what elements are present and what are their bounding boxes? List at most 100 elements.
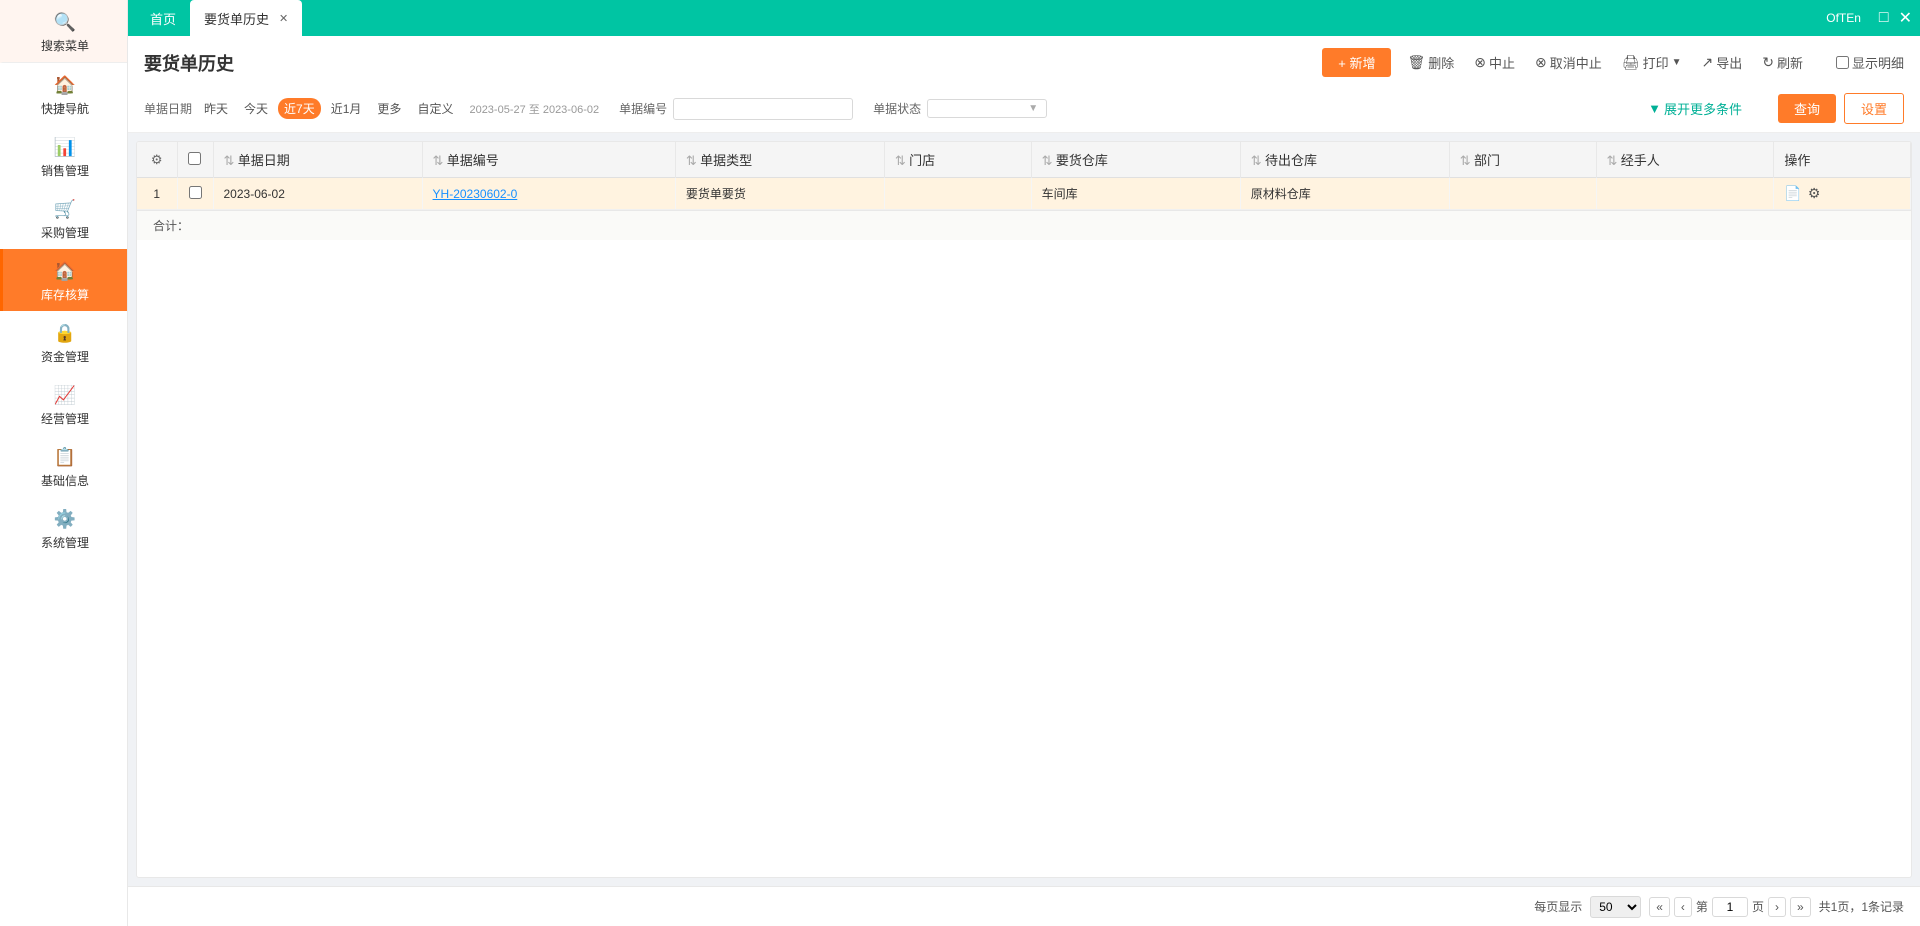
- sidebar-item-label: 基础信息: [41, 472, 89, 489]
- col-actions-label: 操作: [1784, 153, 1810, 168]
- tab-bar: 首页 要货单历史 ✕ OfTEn □ ✕: [128, 0, 1920, 36]
- col-pending-sort-icon[interactable]: ⇅: [1251, 153, 1262, 168]
- page-size-select[interactable]: 20 50 100: [1590, 896, 1641, 918]
- delete-icon: 🗑: [1407, 54, 1425, 71]
- col-req-sort-icon[interactable]: ⇅: [1042, 153, 1053, 168]
- col-number-label: 单据编号: [447, 153, 499, 168]
- refresh-icon: ↻: [1762, 54, 1774, 71]
- content-area: 要货单历史 + 新增 🗑 删除 ⊗ 中止 ⊗ 取消中止: [128, 36, 1920, 926]
- main-area: 首页 要货单历史 ✕ OfTEn □ ✕ 要货单历史 + 新增 🗑 删除: [128, 0, 1920, 926]
- row-req-warehouse: 车间库: [1031, 178, 1240, 210]
- settings-icon[interactable]: ⚙: [151, 152, 163, 167]
- status-select[interactable]: ▼: [927, 99, 1047, 118]
- total-label: 合计：: [153, 217, 189, 234]
- filter-actions: 查询 设置: [1778, 93, 1904, 124]
- cancel-stop-button[interactable]: ⊗ 取消中止: [1531, 51, 1606, 74]
- sidebar-item-label: 系统管理: [41, 534, 89, 551]
- filter-row: 单据日期 昨天 今天 近7天 近1月 更多 自定义 2023-05-27 至 2…: [144, 85, 1904, 132]
- delete-button[interactable]: 🗑 删除: [1403, 51, 1458, 74]
- print-label: 打印: [1643, 53, 1669, 72]
- sidebar-item-label: 搜索菜单: [41, 37, 89, 54]
- col-settings[interactable]: ⚙: [137, 142, 177, 178]
- date-pill-today[interactable]: 今天: [238, 98, 274, 119]
- sidebar-item-ops-mgmt[interactable]: 📈 经营管理: [0, 373, 127, 435]
- new-button[interactable]: + 新增: [1322, 48, 1391, 77]
- sidebar-item-quick-nav[interactable]: 🏠 快捷导航: [0, 63, 127, 125]
- stop-button[interactable]: ⊗ 中止: [1470, 51, 1519, 74]
- col-handler: ⇅ 经手人: [1596, 142, 1774, 178]
- refresh-label: 刷新: [1777, 53, 1803, 72]
- tab-home[interactable]: 首页: [136, 0, 190, 36]
- sidebar-item-sales-mgmt[interactable]: 📊 销售管理: [0, 125, 127, 187]
- col-req-label: 要货仓库: [1056, 153, 1108, 168]
- col-dept-sort-icon[interactable]: ⇅: [1460, 153, 1471, 168]
- sidebar-item-search-menu[interactable]: 🔍 搜索菜单: [0, 0, 127, 63]
- page-title: 要货单历史: [144, 50, 234, 76]
- page-jump-label: 第: [1696, 898, 1708, 915]
- page-nav: « ‹ 第 页 › »: [1649, 897, 1810, 917]
- row-edit-icon[interactable]: ⚙: [1808, 185, 1821, 202]
- col-store-sort-icon[interactable]: ⇅: [895, 153, 906, 168]
- col-pending-warehouse: ⇅ 待出仓库: [1240, 142, 1449, 178]
- date-pill-7days[interactable]: 近7天: [278, 98, 321, 119]
- row-store: [884, 178, 1031, 210]
- date-pill-yesterday[interactable]: 昨天: [198, 98, 234, 119]
- stop-icon: ⊗: [1474, 54, 1486, 71]
- col-checkbox: [177, 142, 213, 178]
- date-pill-custom[interactable]: 自定义: [411, 98, 459, 119]
- toolbar-divider: [1821, 54, 1822, 72]
- status-filter-group: 单据状态 ▼: [873, 99, 1047, 118]
- col-handler-sort-icon[interactable]: ⇅: [1607, 153, 1618, 168]
- row-number[interactable]: YH-20230602-0: [422, 178, 675, 210]
- window-restore-icon[interactable]: □: [1879, 9, 1889, 27]
- search-button[interactable]: 查询: [1778, 94, 1836, 123]
- print-button[interactable]: 🖨 打印 ▼: [1618, 51, 1686, 74]
- tab-close-icon[interactable]: ✕: [279, 12, 288, 25]
- col-type-label: 单据类型: [700, 153, 752, 168]
- sidebar-item-finance-mgmt[interactable]: 🔒 资金管理: [0, 311, 127, 373]
- date-pill-1month[interactable]: 近1月: [325, 98, 368, 119]
- expand-label: 展开更多条件: [1664, 99, 1742, 118]
- doc-number-input[interactable]: [673, 98, 853, 120]
- tab-history[interactable]: 要货单历史 ✕: [190, 0, 302, 36]
- first-page-button[interactable]: «: [1649, 897, 1670, 917]
- table-body: 1 2023-06-02 YH-20230602-0 要货单要货 车间库 原材料…: [137, 178, 1911, 210]
- row-view-icon[interactable]: 📄: [1784, 185, 1801, 202]
- sidebar-item-basic-info[interactable]: 📋 基础信息: [0, 435, 127, 497]
- col-store: ⇅ 门店: [884, 142, 1031, 178]
- gear-icon: ⚙️: [54, 509, 76, 530]
- col-type-sort-icon[interactable]: ⇅: [686, 153, 697, 168]
- expand-more-btn[interactable]: ▼ 展开更多条件: [1648, 99, 1750, 118]
- sidebar-item-label: 快捷导航: [41, 100, 89, 117]
- refresh-button[interactable]: ↻ 刷新: [1758, 51, 1807, 74]
- next-page-button[interactable]: ›: [1768, 897, 1786, 917]
- cart-icon: 🛒: [54, 199, 76, 220]
- action-icons: 📄 ⚙: [1784, 185, 1900, 202]
- display-detail-checkbox[interactable]: [1836, 56, 1849, 69]
- display-detail-button[interactable]: 显示明细: [1836, 53, 1904, 72]
- stop-label: 中止: [1489, 53, 1515, 72]
- page-number-input[interactable]: [1712, 897, 1748, 917]
- settings-button[interactable]: 设置: [1844, 93, 1904, 124]
- table-header-row: ⚙ ⇅ 单据日期 ⇅ 单据编号: [137, 142, 1911, 178]
- last-page-button[interactable]: »: [1790, 897, 1811, 917]
- export-icon: ↗: [1701, 54, 1713, 71]
- table-row: 1 2023-06-02 YH-20230602-0 要货单要货 车间库 原材料…: [137, 178, 1911, 210]
- sidebar-item-inventory[interactable]: 🏠 库存核算: [0, 249, 127, 311]
- home-icon: 🏠: [54, 75, 76, 96]
- select-all-checkbox[interactable]: [188, 152, 201, 165]
- sidebar-item-purchase-mgmt[interactable]: 🛒 采购管理: [0, 187, 127, 249]
- col-date-sort-icon[interactable]: ⇅: [224, 153, 235, 168]
- prev-page-button[interactable]: ‹: [1674, 897, 1692, 917]
- export-button[interactable]: ↗ 导出: [1697, 51, 1746, 74]
- window-close-icon[interactable]: ✕: [1899, 8, 1912, 28]
- cancel-stop-icon: ⊗: [1535, 54, 1547, 71]
- row-checkbox[interactable]: [189, 186, 202, 199]
- delete-label: 删除: [1428, 53, 1454, 72]
- data-table: ⚙ ⇅ 单据日期 ⇅ 单据编号: [137, 142, 1911, 210]
- expand-chevron-icon: ▼: [1648, 101, 1661, 116]
- col-number-sort-icon[interactable]: ⇅: [433, 153, 444, 168]
- date-pill-more[interactable]: 更多: [371, 98, 407, 119]
- col-dept: ⇅ 部门: [1449, 142, 1596, 178]
- sidebar-item-sys-mgmt[interactable]: ⚙️ 系统管理: [0, 497, 127, 559]
